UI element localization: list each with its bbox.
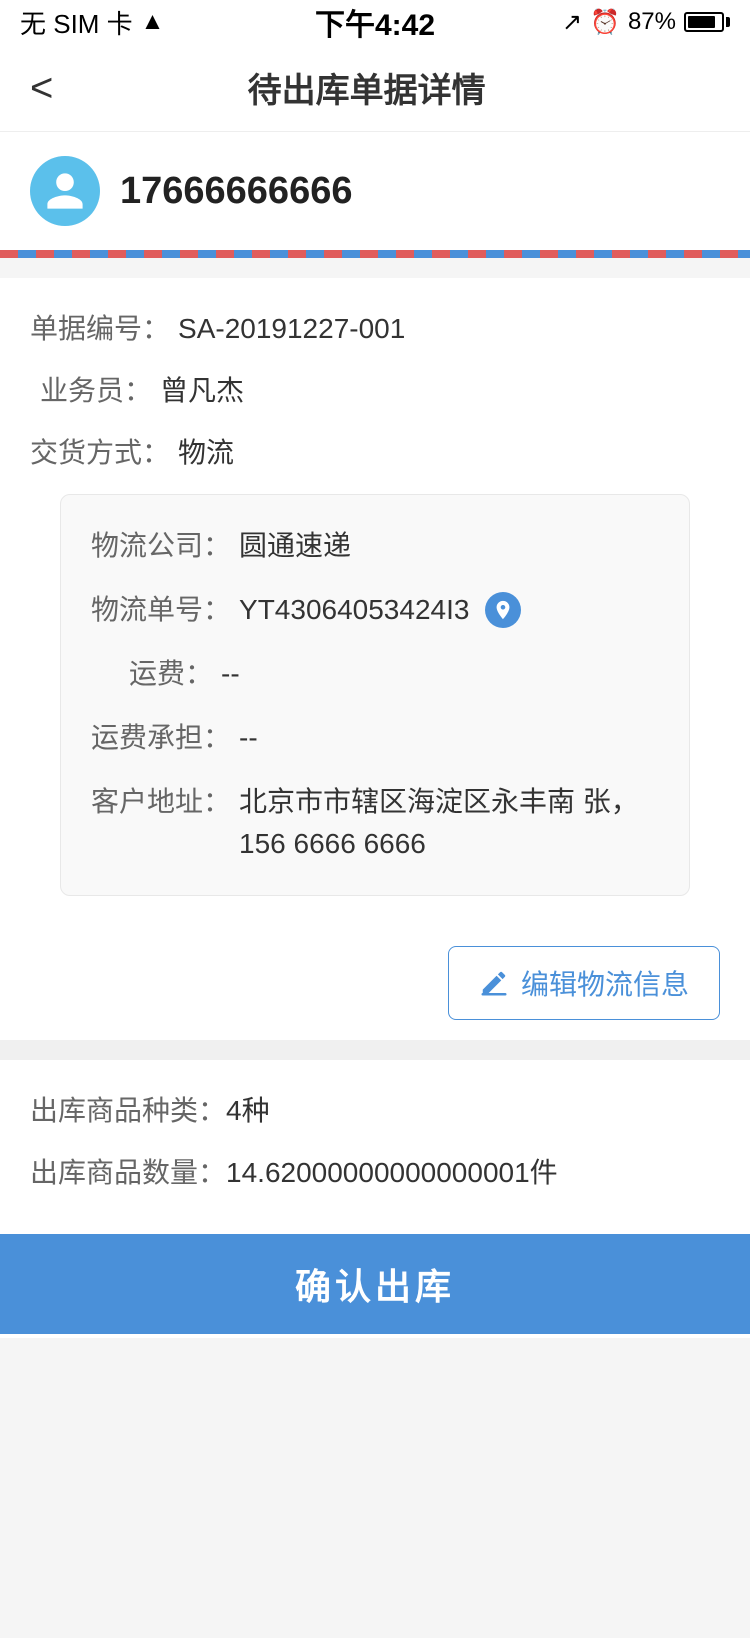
- logistics-address-value: 北京市市辖区海淀区永丰南 张，156 6666 6666: [239, 781, 659, 865]
- status-bar-right: ↗ ⏰ 87%: [562, 8, 730, 37]
- customer-card: 17666666666: [0, 132, 750, 250]
- logistics-freight-bearer-label: 运费承担：: [91, 717, 239, 759]
- logistics-company-label: 物流公司：: [91, 525, 239, 567]
- customer-phone: 17666666666: [120, 170, 352, 213]
- order-number-row: 单据编号： SA-20191227-001: [30, 308, 720, 350]
- back-button[interactable]: <: [30, 68, 53, 108]
- logistics-address-label: 客户地址：: [91, 781, 239, 823]
- status-bar: 无 SIM 卡 ▲ 下午4:42 ↗ ⏰ 87%: [0, 0, 750, 44]
- battery-icon: [684, 12, 730, 32]
- delivery-method-value: 物流: [178, 432, 720, 474]
- battery-percent: 87%: [628, 8, 676, 36]
- logistics-freight-label: 运费：: [91, 653, 221, 695]
- edit-logistics-label: 编辑物流信息: [521, 963, 689, 1003]
- sales-person-row: 业务员： 曾凡杰: [30, 370, 720, 412]
- logistics-freight-bearer-value: --: [239, 717, 659, 759]
- confirm-bar[interactable]: 确认出库: [0, 1234, 750, 1334]
- section-divider: [0, 1040, 750, 1060]
- wifi-icon: ▲: [141, 8, 165, 36]
- order-number-value: SA-20191227-001: [178, 308, 720, 350]
- logistics-tracking-row: 物流单号： YT43064053424I3: [91, 589, 659, 631]
- order-number-label: 单据编号：: [30, 308, 178, 350]
- edit-logistics-button[interactable]: 编辑物流信息: [448, 946, 720, 1020]
- delivery-method-label: 交货方式：: [30, 432, 178, 474]
- edit-logistics-area: 编辑物流信息: [0, 926, 750, 1040]
- logistics-address-row: 客户地址： 北京市市辖区海淀区永丰南 张，156 6666 6666: [91, 781, 659, 865]
- dashed-separator: [0, 250, 750, 258]
- user-avatar-icon: [43, 169, 87, 213]
- status-bar-time: 下午4:42: [315, 0, 435, 44]
- map-location-icon[interactable]: [485, 592, 521, 628]
- content-spacer: [0, 1338, 750, 1538]
- logistics-freight-value: --: [221, 653, 659, 695]
- tracking-number-text: YT43064053424I3: [239, 589, 469, 631]
- delivery-method-row: 交货方式： 物流: [30, 432, 720, 474]
- status-bar-left: 无 SIM 卡 ▲: [20, 4, 164, 41]
- logistics-card: 物流公司： 圆通速递 物流单号： YT43064053424I3 运费： --: [60, 494, 690, 896]
- logistics-freight-bearer-row: 运费承担： --: [91, 717, 659, 759]
- goods-quantity-value: 14.62000000000000001件: [226, 1152, 558, 1194]
- edit-icon: [479, 968, 509, 998]
- location-service-icon: ↗: [562, 8, 582, 37]
- nav-bar: < 待出库单据详情: [0, 44, 750, 132]
- goods-types-row: 出库商品种类： 4种: [30, 1090, 720, 1132]
- order-info-section: 单据编号： SA-20191227-001 业务员： 曾凡杰 交货方式： 物流 …: [0, 278, 750, 926]
- avatar: [30, 156, 100, 226]
- goods-section: 出库商品种类： 4种 出库商品数量： 14.62000000000000001件: [0, 1060, 750, 1224]
- goods-types-label: 出库商品种类：: [30, 1090, 226, 1132]
- goods-quantity-label: 出库商品数量：: [30, 1152, 226, 1194]
- logistics-freight-row: 运费： --: [91, 653, 659, 695]
- goods-quantity-row: 出库商品数量： 14.62000000000000001件: [30, 1152, 720, 1194]
- sales-person-label: 业务员：: [30, 370, 160, 412]
- logistics-company-value: 圆通速递: [239, 525, 659, 567]
- logistics-tracking-value: YT43064053424I3: [239, 589, 659, 631]
- confirm-button-label: 确认出库: [295, 1258, 455, 1310]
- carrier-label: 无 SIM 卡: [20, 4, 133, 41]
- sales-person-value: 曾凡杰: [160, 370, 720, 412]
- logistics-company-row: 物流公司： 圆通速递: [91, 525, 659, 567]
- logistics-tracking-label: 物流单号：: [91, 589, 239, 631]
- page-title: 待出库单据详情: [73, 63, 660, 112]
- alarm-icon: ⏰: [590, 8, 620, 37]
- goods-types-value: 4种: [226, 1090, 270, 1132]
